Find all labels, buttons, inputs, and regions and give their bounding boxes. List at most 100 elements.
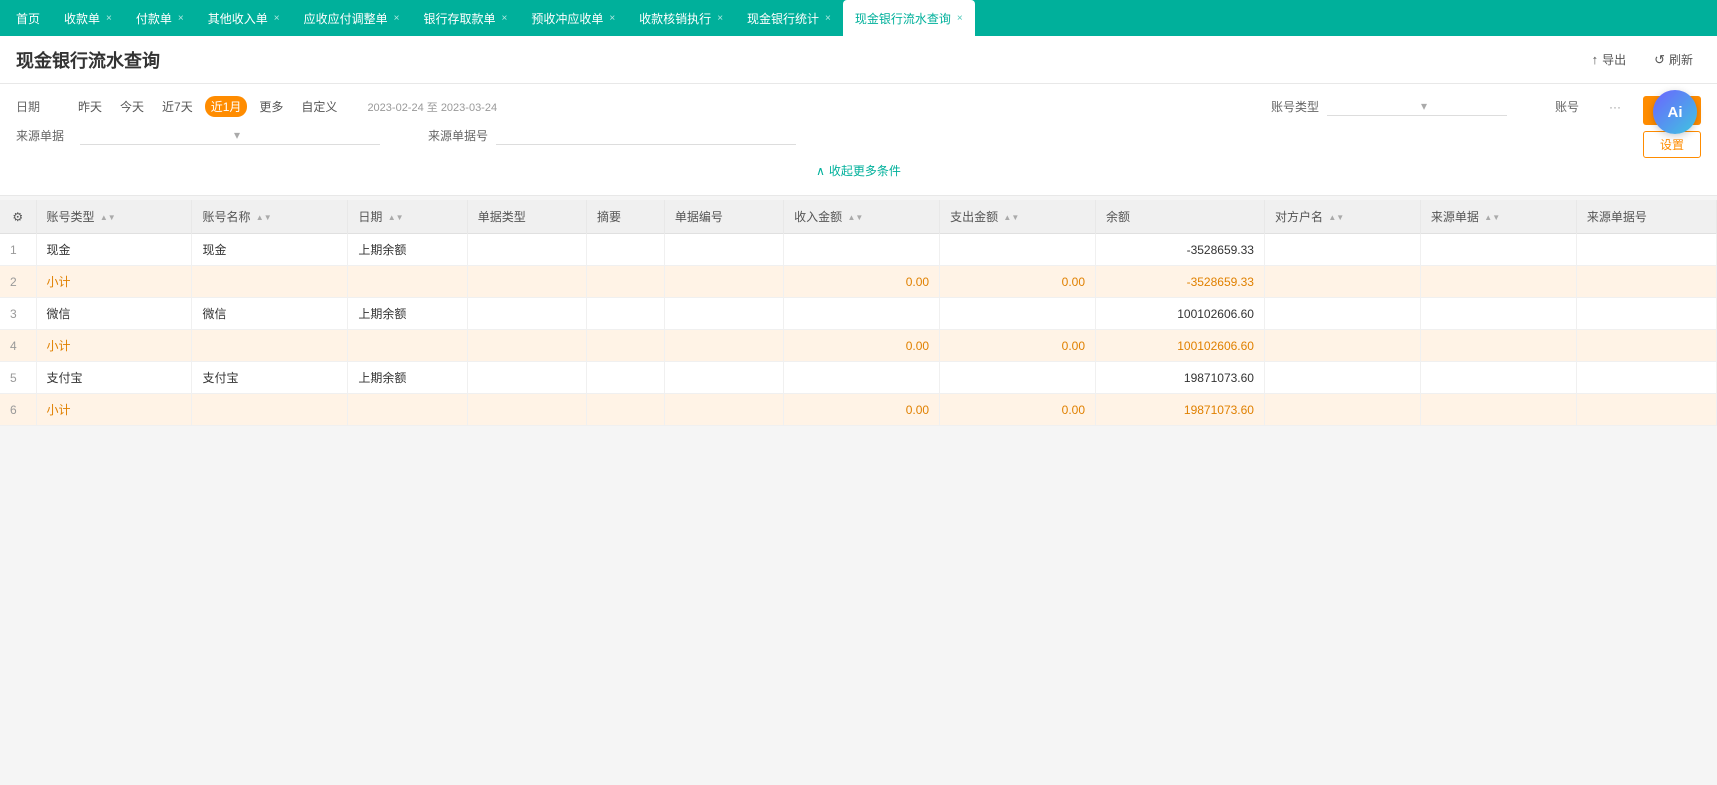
table-cell: 0.00: [940, 266, 1096, 298]
table-cell: 19871073.60: [1096, 362, 1265, 394]
table-cell: [348, 394, 467, 426]
close-icon[interactable]: ×: [274, 13, 280, 24]
source-doc-no-label: 来源单据号: [428, 127, 488, 144]
table-cell: [1420, 362, 1576, 394]
nav-tab-bank-deposit[interactable]: 银行存取款单 ×: [411, 0, 519, 36]
table-cell: [784, 234, 940, 266]
table-cell: [784, 362, 940, 394]
date-opt-1month[interactable]: 近1月: [205, 96, 248, 117]
date-opt-yesterday[interactable]: 昨天: [72, 96, 108, 117]
account-label: 账号: [1555, 98, 1595, 115]
date-opt-custom[interactable]: 自定义: [295, 96, 343, 117]
table-cell: [940, 234, 1096, 266]
column-source-doc: 来源单据 ▲▼: [1420, 200, 1576, 234]
table-cell: 0.00: [784, 266, 940, 298]
column-counterpart: 对方户名 ▲▼: [1264, 200, 1420, 234]
table-cell: [1264, 298, 1420, 330]
table-cell: [1576, 266, 1716, 298]
ai-assistant-button[interactable]: Ai: [1653, 90, 1697, 134]
close-icon[interactable]: ×: [106, 13, 112, 24]
column-gear[interactable]: ⚙: [0, 200, 36, 234]
column-source-doc-no: 来源单据号: [1576, 200, 1716, 234]
source-doc-select[interactable]: ▾: [80, 126, 380, 145]
collapse-button[interactable]: ∧ 收起更多条件: [16, 158, 1701, 183]
nav-tab-other-income[interactable]: 其他收入单 ×: [196, 0, 292, 36]
table-cell: [664, 362, 783, 394]
nav-tab-collect[interactable]: 收款核销执行 ×: [627, 0, 735, 36]
source-doc-no-input[interactable]: [496, 125, 796, 145]
close-icon[interactable]: ×: [394, 13, 400, 24]
date-opt-today[interactable]: 今天: [114, 96, 150, 117]
header-bar: 现金银行流水查询 ↑ 导出 ↺ 刷新: [0, 36, 1717, 84]
table-cell: [1264, 266, 1420, 298]
table-cell: [664, 234, 783, 266]
table-cell: 100102606.60: [1096, 330, 1265, 362]
table-cell: [1420, 394, 1576, 426]
sort-icon[interactable]: ▲▼: [100, 214, 116, 222]
chevron-up-icon: ∧: [816, 164, 825, 178]
nav-tab-receipt[interactable]: 收款单 ×: [52, 0, 124, 36]
table-cell: 微信: [36, 298, 192, 330]
table-cell: [587, 330, 665, 362]
sort-icon[interactable]: ▲▼: [847, 214, 863, 222]
date-opt-7days[interactable]: 近7天: [156, 96, 199, 117]
close-icon[interactable]: ×: [178, 13, 184, 24]
table-cell: [1576, 394, 1716, 426]
nav-tab-cash-stats[interactable]: 现金银行统计 ×: [735, 0, 843, 36]
filter-area: 日期 昨天 今天 近7天 近1月 更多 自定义 2023-02-24 至 202…: [0, 84, 1717, 196]
table-cell: [664, 298, 783, 330]
account-ellipsis-button[interactable]: ···: [1603, 98, 1627, 116]
close-icon[interactable]: ×: [609, 13, 615, 24]
account-type-select[interactable]: ▾: [1327, 97, 1507, 116]
table-cell: [1576, 298, 1716, 330]
table-cell: 现金: [36, 234, 192, 266]
close-icon[interactable]: ×: [825, 13, 831, 24]
table-cell: [467, 362, 586, 394]
table-cell: [1420, 266, 1576, 298]
table-cell: [192, 266, 348, 298]
close-icon[interactable]: ×: [501, 13, 507, 24]
table-cell: [587, 394, 665, 426]
sort-icon[interactable]: ▲▼: [1484, 214, 1500, 222]
table-cell: [1264, 234, 1420, 266]
table-cell: [664, 330, 783, 362]
export-button[interactable]: ↑ 导出: [1584, 47, 1635, 72]
chevron-down-icon: ▾: [1421, 99, 1503, 113]
table-cell: 小计: [36, 266, 192, 298]
close-icon[interactable]: ×: [957, 13, 963, 24]
table-cell: [1264, 394, 1420, 426]
table-cell: [587, 362, 665, 394]
nav-tab-prepay[interactable]: 预收冲应收单 ×: [519, 0, 627, 36]
table-cell: 支付宝: [36, 362, 192, 394]
sort-icon[interactable]: ▲▼: [256, 214, 272, 222]
refresh-button[interactable]: ↺ 刷新: [1646, 47, 1701, 72]
table-cell: 4: [0, 330, 36, 362]
top-navigation: 首页 收款单 × 付款单 × 其他收入单 × 应收应付调整单 × 银行存取款单 …: [0, 0, 1717, 36]
table-cell: [664, 394, 783, 426]
table-cell: -3528659.33: [1096, 266, 1265, 298]
table-cell: 上期余额: [348, 298, 467, 330]
table-cell: [348, 266, 467, 298]
table-row: 5支付宝支付宝上期余额19871073.60: [0, 362, 1717, 394]
table-cell: [664, 266, 783, 298]
setting-button[interactable]: 设置: [1643, 131, 1701, 158]
table-cell: 小计: [36, 394, 192, 426]
table-cell: [587, 266, 665, 298]
nav-tab-home[interactable]: 首页: [4, 0, 52, 36]
sort-icon[interactable]: ▲▼: [388, 214, 404, 222]
date-opt-more[interactable]: 更多: [253, 96, 289, 117]
table-row: 2小计0.000.00-3528659.33: [0, 266, 1717, 298]
table-cell: [1576, 362, 1716, 394]
close-icon[interactable]: ×: [717, 13, 723, 24]
sort-icon[interactable]: ▲▼: [1328, 214, 1344, 222]
table-cell: [1576, 330, 1716, 362]
sort-icon[interactable]: ▲▼: [1003, 214, 1019, 222]
nav-tab-payment[interactable]: 付款单 ×: [124, 0, 196, 36]
date-options: 昨天 今天 近7天 近1月 更多 自定义: [72, 96, 343, 117]
table-cell: [940, 362, 1096, 394]
table-row: 6小计0.000.0019871073.60: [0, 394, 1717, 426]
nav-tab-cash-flow[interactable]: 现金银行流水查询 ×: [843, 0, 975, 36]
table-cell: [587, 234, 665, 266]
chevron-down-icon: ▾: [234, 128, 376, 142]
nav-tab-adjustment[interactable]: 应收应付调整单 ×: [292, 0, 412, 36]
